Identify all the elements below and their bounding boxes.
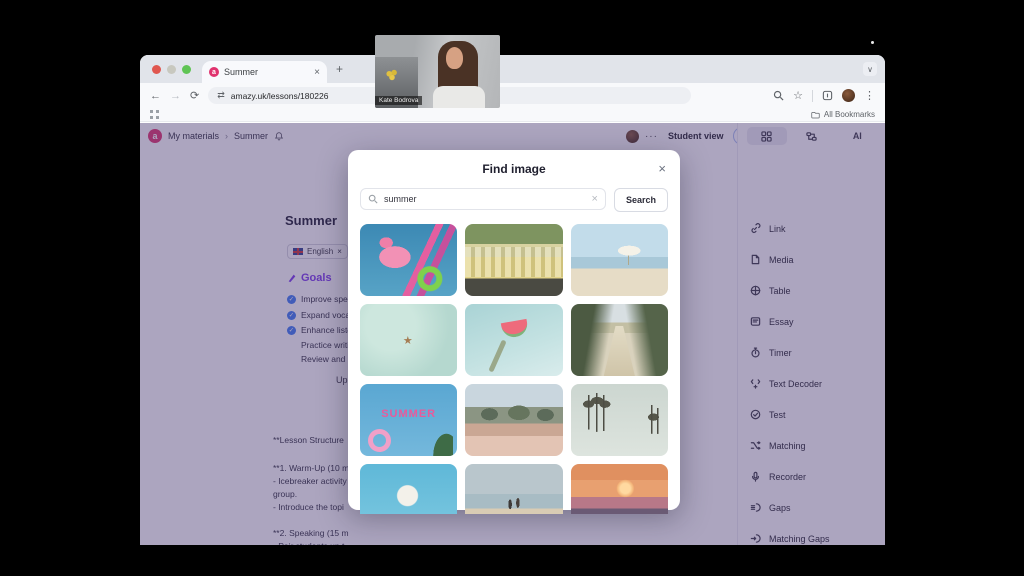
image-result[interactable] [465,224,563,296]
window-close-button[interactable] [152,65,161,74]
browser-window: a Summer × + ∨ ← → ⟳ ⇄ amazy.uk/lessons/… [140,55,885,545]
search-icon [368,194,378,204]
image-result[interactable] [570,464,668,514]
image-result[interactable]: ★ [360,304,458,376]
profile-avatar[interactable] [842,89,855,102]
image-result[interactable] [570,384,668,456]
window-minimize-button[interactable] [167,65,176,74]
image-search-field[interactable]: × [360,188,606,210]
bookmarks-bar: All Bookmarks [140,108,885,122]
image-result[interactable] [360,224,458,296]
tab-search-chevron-icon[interactable]: ∨ [863,62,877,76]
swap-icon: ⇄ [217,90,225,100]
tab-strip: a Summer × + ∨ [140,55,885,83]
all-bookmarks-button[interactable]: All Bookmarks [811,110,875,119]
extensions-icon[interactable] [822,90,833,101]
image-result[interactable] [570,224,668,296]
window-zoom-button[interactable] [182,65,191,74]
clear-search-icon[interactable]: × [592,193,598,205]
tab-title: Summer [224,67,259,77]
search-button[interactable]: Search [613,188,668,212]
search-icon[interactable] [773,90,784,101]
reload-icon[interactable]: ⟳ [190,89,199,102]
flowers [385,68,399,81]
starfish-glyph: ★ [402,335,413,348]
image-result[interactable] [570,304,668,376]
apps-grid-icon[interactable] [150,110,159,119]
presenter-body [433,86,485,108]
find-image-modal: Find image × × Search ★ [348,150,680,514]
folder-icon [811,111,820,118]
image-result[interactable] [465,464,563,514]
browser-menu-icon[interactable]: ⋮ [864,89,875,102]
forward-icon: → [170,89,181,102]
search-input[interactable] [384,194,586,204]
browser-toolbar: ← → ⟳ ⇄ amazy.uk/lessons/180226 ☆ ⋮ [140,83,885,108]
summer-caption: SUMMER [381,408,437,421]
modal-title: Find image [482,162,546,176]
toolbar-right-icons: ☆ ⋮ [773,89,875,102]
presenter-name-label: Kate Bodrova [375,96,423,105]
url-text: amazy.uk/lessons/180226 [230,90,329,101]
image-result[interactable] [360,464,458,514]
browser-tab[interactable]: a Summer × [202,61,327,83]
image-result[interactable]: SUMMER [360,384,458,456]
presenter-face [445,46,463,69]
screen: a Summer × + ∨ ← → ⟳ ⇄ amazy.uk/lessons/… [0,0,1024,576]
tab-close-icon[interactable]: × [314,67,320,78]
all-bookmarks-label: All Bookmarks [823,110,875,119]
image-result[interactable] [465,304,563,376]
bookmark-star-icon[interactable]: ☆ [793,89,803,102]
site-favicon-icon: a [209,67,219,77]
webcam-video: Kate Bodrova [375,35,500,108]
new-tab-button[interactable]: + [336,62,343,76]
divider [812,89,813,102]
cursor-dot [871,41,874,44]
image-result[interactable] [465,384,563,456]
image-results-grid: ★ SUMMER [360,224,668,514]
back-icon[interactable]: ← [150,90,161,102]
modal-close-icon[interactable]: × [658,162,666,175]
